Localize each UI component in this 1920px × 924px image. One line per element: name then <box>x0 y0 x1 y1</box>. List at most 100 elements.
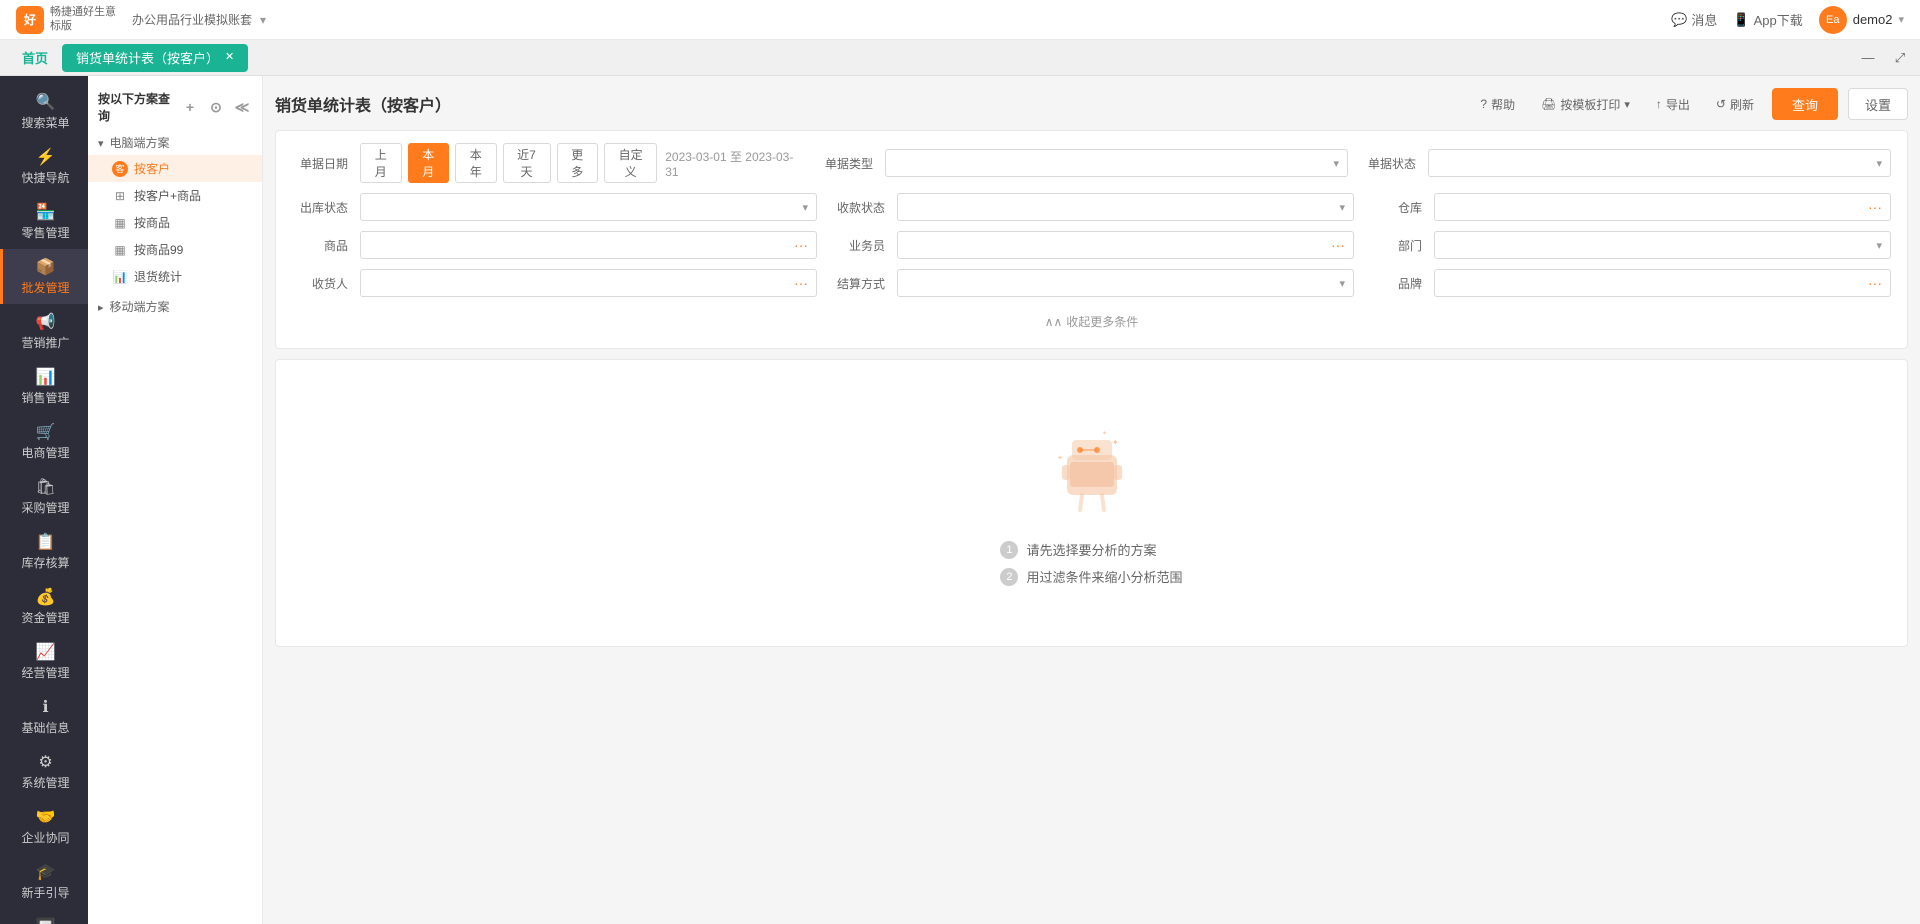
sidebar-item-retail[interactable]: 🏪 零售管理 <box>0 194 88 249</box>
left-panel-header: 按以下方案查询 + ⊙ ≪ <box>88 84 262 130</box>
collapse-bar[interactable]: ∧∧ 收起更多条件 <box>292 307 1891 336</box>
user-area[interactable]: Ea demo2 ▾ <box>1819 6 1904 34</box>
receiver-ellipsis[interactable]: ··· <box>794 275 808 291</box>
empty-icon: ✦ ✦ ✦ <box>1042 420 1142 520</box>
warehouse-input[interactable]: ··· <box>1434 193 1891 221</box>
date-btn-this-month[interactable]: 本月 <box>408 143 450 183</box>
tab-close-icon[interactable]: ✕ <box>225 52 234 63</box>
header-left: 好 畅捷通好生意 标版 办公用品行业模拟账套 ▾ <box>16 6 266 34</box>
page-actions: ? 帮助 🖨 按模板打印 ↑ 导出 ↺ 刷新 查询 设置 <box>1472 88 1908 120</box>
add-scheme-btn[interactable]: + <box>180 97 200 117</box>
tree-item-customer-goods[interactable]: ⊞ 按客户+商品 <box>88 182 262 209</box>
sidebar-item-sales[interactable]: 📊 销售管理 <box>0 359 88 414</box>
sidebar: 🔍 搜索菜单 ⚡ 快捷导航 🏪 零售管理 📦 批发管理 📢 营销推广 📊 销售管… <box>0 76 88 924</box>
settings-button[interactable]: 设置 <box>1848 88 1908 120</box>
edit-scheme-btn[interactable]: ⊙ <box>206 97 226 117</box>
doc-type-select[interactable]: ▾ <box>885 149 1348 177</box>
tree-item-by-goods[interactable]: ▦ 按商品 <box>88 209 262 236</box>
sidebar-item-search[interactable]: 🔍 搜索菜单 <box>0 84 88 139</box>
sidebar-item-ecommerce[interactable]: 🛒 电商管理 <box>0 414 88 469</box>
customer-goods-icon: ⊞ <box>112 188 128 204</box>
date-btn-this-year[interactable]: 本年 <box>455 143 497 183</box>
date-control: 上月 本月 本年 近7天 更多 自定义 2023-03-01 至 2023-03… <box>360 143 805 183</box>
export-btn[interactable]: ↑ 导出 <box>1648 92 1698 117</box>
template-print-btn[interactable]: 🖨 按模板打印 <box>1533 92 1638 117</box>
tab-home[interactable]: 首页 <box>8 44 62 72</box>
print-dropdown-icon <box>1624 97 1630 111</box>
payment-select[interactable]: ▾ <box>897 269 1354 297</box>
logo-text: 畅捷通好生意 标版 <box>50 6 116 32</box>
retail-icon: 🏪 <box>7 202 84 222</box>
out-status-select[interactable]: ▾ <box>360 193 817 221</box>
date-range-text: 2023-03-01 至 2023-03-31 <box>665 148 805 179</box>
help-btn[interactable]: ? 帮助 <box>1472 92 1523 117</box>
collapse-panel-btn[interactable]: ≪ <box>232 97 252 117</box>
sidebar-item-inventory[interactable]: 📋 库存核算 <box>0 524 88 579</box>
tab-maximize-btn[interactable]: ⤢ <box>1888 46 1912 70</box>
sidebar-item-purchase[interactable]: 🛍 采购管理 <box>0 469 88 524</box>
brand-ellipsis[interactable]: ··· <box>1868 275 1882 291</box>
salesperson-ellipsis[interactable]: ··· <box>1331 237 1345 253</box>
tree-item-by-customer[interactable]: 客 按客户 <box>88 155 262 182</box>
warehouse-ellipsis[interactable]: ··· <box>1868 199 1882 215</box>
app-center-icon: 🔲 <box>7 917 84 924</box>
sidebar-item-system[interactable]: ⚙ 系统管理 <box>0 744 88 799</box>
receiver-label: 收货人 <box>292 275 348 292</box>
receiver-input[interactable]: ··· <box>360 269 817 297</box>
sidebar-item-enterprise[interactable]: 🤝 企业协同 <box>0 799 88 854</box>
sidebar-item-operations[interactable]: 📈 经营管理 <box>0 634 88 689</box>
receipt-status-select[interactable]: ▾ <box>897 193 1354 221</box>
wholesale-icon: 📦 <box>7 257 84 277</box>
goods-ellipsis[interactable]: ··· <box>794 237 808 253</box>
sidebar-item-basic-info[interactable]: ℹ 基础信息 <box>0 689 88 744</box>
sidebar-item-wholesale[interactable]: 📦 批发管理 <box>0 249 88 304</box>
tab-sales-report[interactable]: 销货单统计表（按客户） ✕ <box>62 44 248 72</box>
refresh-btn[interactable]: ↺ 刷新 <box>1708 92 1762 117</box>
salesperson-input[interactable]: ··· <box>897 231 1354 259</box>
sidebar-item-new-guide[interactable]: 🎓 新手引导 <box>0 854 88 909</box>
goods-label: 商品 <box>292 237 348 254</box>
tree-group-pc-header[interactable]: 电脑端方案 <box>88 130 262 155</box>
brand-input[interactable]: ··· <box>1434 269 1891 297</box>
date-btn-last-7-days[interactable]: 近7天 <box>503 143 551 183</box>
receipt-status-chevron: ▾ <box>1339 201 1345 214</box>
message-icon: 💬 <box>1671 12 1687 28</box>
tree-item-return-stats[interactable]: 📊 退货统计 <box>88 263 262 290</box>
tree-group-mobile: 移动端方案 <box>88 294 262 323</box>
content-area: 销货单统计表（按客户） ? 帮助 🖨 按模板打印 ↑ 导出 ↺ 刷新 <box>263 76 1920 924</box>
doc-type-label: 单据类型 <box>817 155 873 172</box>
sidebar-item-quick-nav[interactable]: ⚡ 快捷导航 <box>0 139 88 194</box>
sidebar-item-app-center[interactable]: 🔲 应用中心 <box>0 909 88 924</box>
date-btn-more[interactable]: 更多 <box>557 143 599 183</box>
top-header: 好 畅捷通好生意 标版 办公用品行业模拟账套 ▾ 💬 消息 📱 App下载 Ea… <box>0 0 1920 40</box>
filter-row-1: 单据日期 上月 本月 本年 近7天 更多 自定义 2023-03-01 至 20… <box>292 143 1891 183</box>
left-panel-actions: + ⊙ ≪ <box>180 97 252 117</box>
department-select[interactable]: ▾ <box>1434 231 1891 259</box>
left-panel: 按以下方案查询 + ⊙ ≪ 电脑端方案 客 按客户 ⊞ 按客户+商品 ▦ <box>88 76 263 924</box>
by-goods-99-icon: ▦ <box>112 242 128 258</box>
app-download-btn[interactable]: 📱 App下载 <box>1733 10 1802 29</box>
inventory-icon: 📋 <box>7 532 84 552</box>
tree-group-mobile-header[interactable]: 移动端方案 <box>88 294 262 319</box>
date-btn-custom[interactable]: 自定义 <box>604 143 657 183</box>
sidebar-item-marketing[interactable]: 📢 营销推广 <box>0 304 88 359</box>
breadcrumb-arrow: ▾ <box>260 13 266 27</box>
by-customer-icon: 客 <box>112 161 128 177</box>
tree-item-by-goods-99[interactable]: ▦ 按商品99 <box>88 236 262 263</box>
refresh-icon: ↺ <box>1716 97 1726 111</box>
date-btn-last-month[interactable]: 上月 <box>360 143 402 183</box>
goods-input[interactable]: ··· <box>360 231 817 259</box>
out-status-label: 出库状态 <box>292 199 348 216</box>
collapse-icon: ∧∧ <box>1045 315 1063 329</box>
tab-minimize-btn[interactable]: — <box>1856 46 1880 70</box>
search-icon: 🔍 <box>7 92 84 112</box>
doc-status-select[interactable]: ▾ <box>1428 149 1891 177</box>
sidebar-item-finance[interactable]: 💰 资金管理 <box>0 579 88 634</box>
quick-nav-icon: ⚡ <box>7 147 84 167</box>
brand-label: 品牌 <box>1366 275 1422 292</box>
doc-type-chevron: ▾ <box>1333 157 1339 170</box>
doc-status-label: 单据状态 <box>1360 155 1416 172</box>
query-button[interactable]: 查询 <box>1772 88 1838 120</box>
message-btn[interactable]: 💬 消息 <box>1671 10 1717 29</box>
system-icon: ⚙ <box>7 752 84 772</box>
